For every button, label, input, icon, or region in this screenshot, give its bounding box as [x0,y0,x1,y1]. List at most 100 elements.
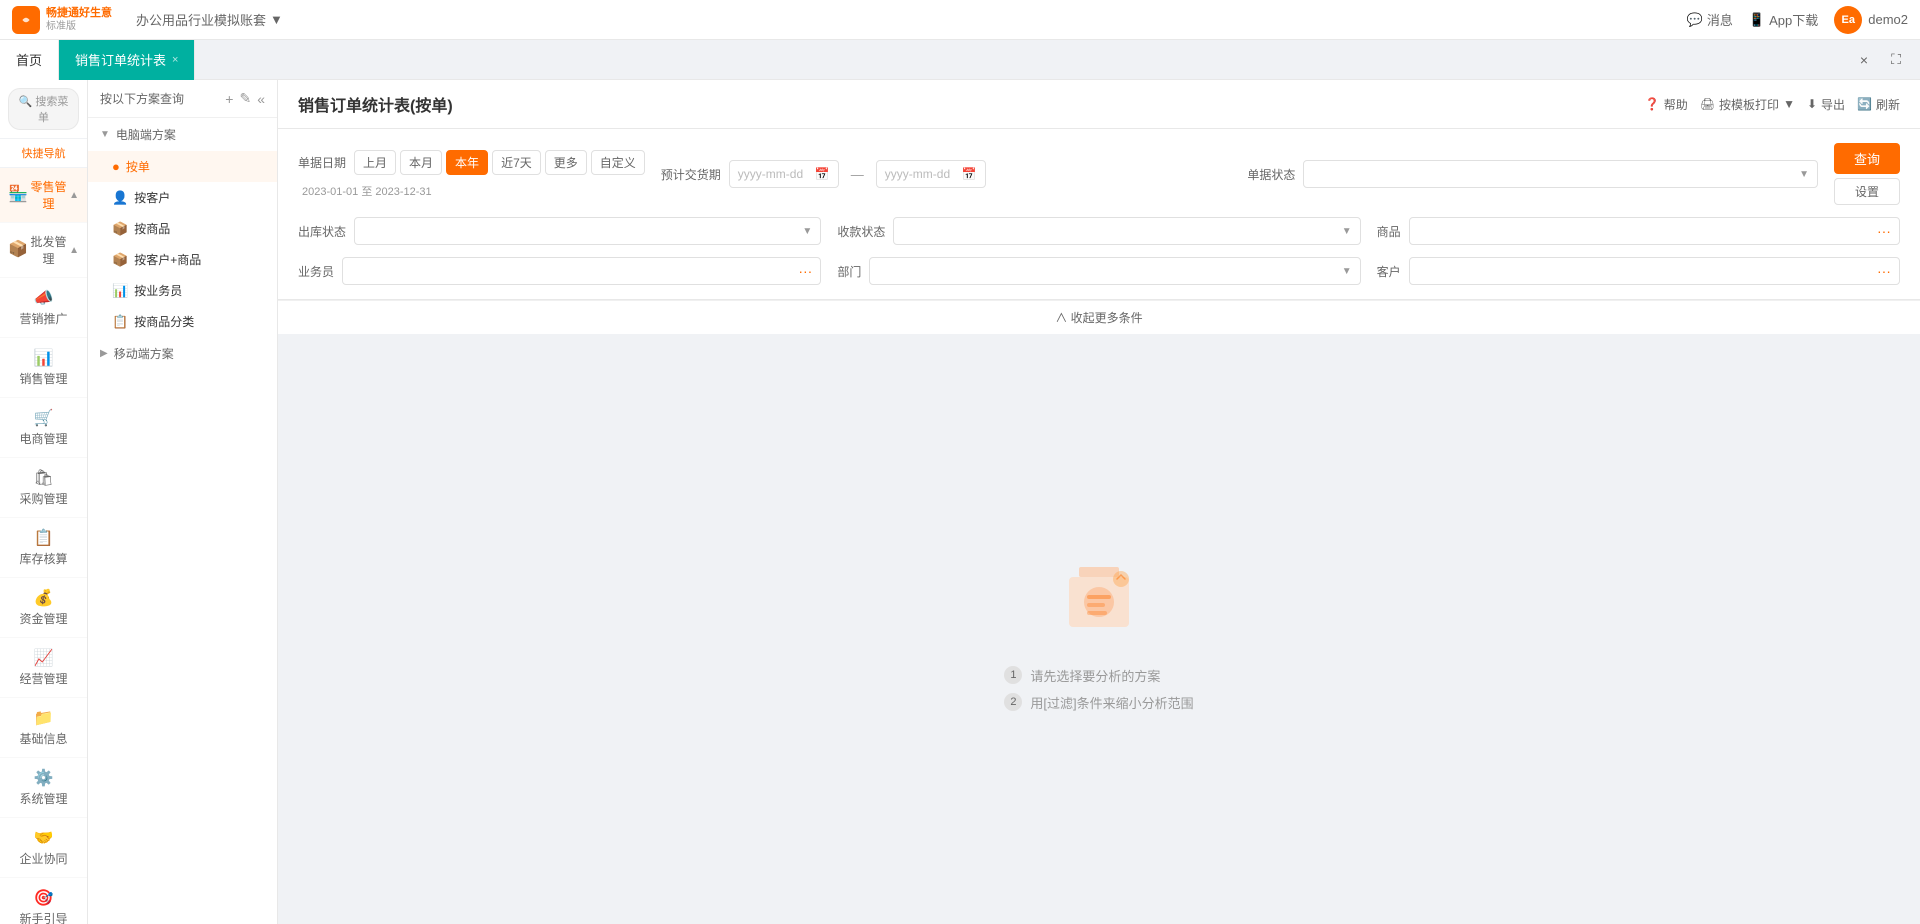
group-arrow-icon: ▼ [100,129,110,140]
tab-home[interactable]: 首页 [0,40,59,80]
scheme-group-pc[interactable]: ▼ 电脑端方案 [88,118,277,151]
scheme-item-by-goods-category[interactable]: 📋 按商品分类 [88,306,277,337]
empty-tip-1: 1 请先选择要分析的方案 [1004,666,1193,685]
filter-row-1: 单据日期 上月 本月 本年 近7天 更多 自定义 2023-01-01 至 20… [298,143,1900,205]
date-range-text: 2023-01-01 至 2023-12-31 [302,183,432,199]
download-icon: 📱 [1749,12,1765,28]
collapse-scheme-btn[interactable]: « [257,91,265,107]
sidebar-search-area: 🔍 搜索菜单 [0,80,87,139]
expected-date-field: 预计交货期 yyyy-mm-dd 📅 — yyyy-mm-dd 📅 [661,160,1232,188]
scheme-panel: 按以下方案查询 + ✎ « ▼ 电脑端方案 ● 按单 👤 按客户 [88,80,278,924]
base-icon: 📁 [34,708,54,728]
sidebar-item-purchase[interactable]: 🛍 采购管理 [0,458,87,518]
help-btn[interactable]: ❓ 帮助 [1645,96,1688,113]
logo-icon [12,6,40,34]
goods-field: 商品 ··· [1377,217,1900,245]
scheme-item-by-order[interactable]: ● 按单 [88,151,277,182]
inventory-icon: 📋 [34,528,54,548]
expected-date-from-input[interactable]: yyyy-mm-dd 📅 [729,160,839,188]
sidebar-item-system[interactable]: ⚙️ 系统管理 [0,758,87,818]
sidebar-item-operation[interactable]: 📈 经营管理 [0,638,87,698]
filter-area: 单据日期 上月 本月 本年 近7天 更多 自定义 2023-01-01 至 20… [278,129,1920,300]
customer-select[interactable]: ··· [1409,257,1900,285]
this-year-btn[interactable]: 本年 [446,150,488,175]
scheme-item-by-customer-goods[interactable]: 📦 按客户+商品 [88,244,277,275]
tab-bar: 首页 销售订单统计表 × × ⛶ [0,40,1920,80]
payment-status-field: 收款状态 ▼ [837,217,1360,245]
filter-row-2: 出库状态 ▼ 收款状态 ▼ 商品 [298,217,1900,245]
order-status-select[interactable]: ▼ [1303,160,1818,188]
last-month-btn[interactable]: 上月 [354,150,396,175]
goods-icon: 📦 [112,221,128,237]
edit-scheme-btn[interactable]: ✎ [239,90,251,107]
refresh-icon: 🔄 [1857,97,1872,111]
salesperson-more-icon[interactable]: ··· [798,263,812,279]
ecommerce-icon: 🛒 [34,408,54,428]
refresh-btn[interactable]: 🔄 刷新 [1857,96,1900,113]
sidebar-item-finance[interactable]: 💰 资金管理 [0,578,87,638]
salesperson-select[interactable]: ··· [342,257,821,285]
sidebar-item-sales[interactable]: 📊 销售管理 [0,338,87,398]
setting-button[interactable]: 设置 [1834,178,1900,205]
date-label-row: 单据日期 上月 本月 本年 近7天 更多 自定义 [298,150,645,175]
wholesale-icon: 📦 [8,239,28,259]
sidebar-item-wholesale[interactable]: 📦 批发管理 ▲ [0,223,87,278]
sidebar-item-base[interactable]: 📁 基础信息 [0,698,87,758]
custom-btn[interactable]: 自定义 [591,150,645,175]
message-icon: 💬 [1687,12,1703,28]
marketing-icon: 📣 [34,288,54,308]
header-right: 💬 消息 📱 App下载 Ea demo2 [1687,6,1908,34]
sidebar-item-newuser[interactable]: 🎯 新手引导 [0,878,87,924]
user-area[interactable]: Ea demo2 [1834,6,1908,34]
customer-more-icon[interactable]: ··· [1877,263,1891,279]
empty-tip-2: 2 用[过滤]条件来缩小分析范围 [1004,693,1193,712]
search-menu-btn[interactable]: 🔍 搜索菜单 [8,88,79,130]
scheme-item-by-goods[interactable]: 📦 按商品 [88,213,277,244]
window-max-btn[interactable]: ⛶ [1884,48,1908,72]
scheme-item-by-salesperson[interactable]: 📊 按业务员 [88,275,277,306]
salesperson-icon: 📊 [112,283,128,299]
main-content: 销售订单统计表(按单) ❓ 帮助 🖨 按模板打印 ▼ ⬇ 导出 [278,80,1920,924]
operation-icon: 📈 [34,648,54,668]
sidebar-item-marketing[interactable]: 📣 营销推广 [0,278,87,338]
search-button[interactable]: 查询 [1834,143,1900,174]
department-select[interactable]: ▼ [869,257,1360,285]
tip-num-1: 1 [1004,666,1022,684]
sidebar-item-ecommerce[interactable]: 🛒 电商管理 [0,398,87,458]
template-print-btn[interactable]: 🖨 按模板打印 ▼ [1700,96,1795,113]
more-btn[interactable]: 更多 [545,150,587,175]
sidebar-item-enterprise[interactable]: 🤝 企业协同 [0,818,87,878]
last7days-btn[interactable]: 近7天 [492,150,541,175]
export-btn[interactable]: ⬇ 导出 [1807,96,1845,113]
sidebar-item-inventory[interactable]: 📋 库存核算 [0,518,87,578]
mobile-group-arrow-icon: ▶ [100,348,108,359]
goods-more-icon[interactable]: ··· [1877,223,1891,239]
delivery-status-select[interactable]: ▼ [354,217,821,245]
add-scheme-btn[interactable]: + [225,91,233,107]
calendar-icon: 📅 [815,167,830,181]
tab-sales-order[interactable]: 销售订单统计表 × [59,40,195,80]
goods-select[interactable]: ··· [1409,217,1900,245]
sidebar-item-retail[interactable]: 🏪 零售管理 ▲ [0,168,87,223]
collapse-arrow-icon: ∧ [1055,311,1067,325]
message-btn[interactable]: 💬 消息 [1687,10,1733,29]
content-area: 按以下方案查询 + ✎ « ▼ 电脑端方案 ● 按单 👤 按客户 [88,80,1920,924]
dept-chevron-icon: ▼ [1342,266,1352,277]
salesperson-field: 业务员 ··· [298,257,821,285]
quick-nav-btn[interactable]: 快捷导航 [0,139,87,168]
collapse-bar[interactable]: ∧ 收起更多条件 [278,300,1920,334]
app-download-btn[interactable]: 📱 App下载 [1749,10,1818,29]
calendar2-icon: 📅 [962,167,977,181]
expected-date-to-input[interactable]: yyyy-mm-dd 📅 [876,160,986,188]
page-header: 销售订单统计表(按单) ❓ 帮助 🖨 按模板打印 ▼ ⬇ 导出 [278,80,1920,129]
newuser-icon: 🎯 [34,888,54,908]
payment-status-select[interactable]: ▼ [893,217,1360,245]
window-close-btn[interactable]: × [1852,48,1876,72]
this-month-btn[interactable]: 本月 [400,150,442,175]
scheme-item-by-customer[interactable]: 👤 按客户 [88,182,277,213]
order-status-chevron-icon: ▼ [1799,169,1809,180]
scheme-group-mobile[interactable]: ▶ 移动端方案 [88,337,277,370]
order-status-field: 单据状态 ▼ [1247,160,1818,188]
tab-close-icon[interactable]: × [172,54,178,66]
logo-text: 畅捷通好生意 标准版 [46,6,112,33]
